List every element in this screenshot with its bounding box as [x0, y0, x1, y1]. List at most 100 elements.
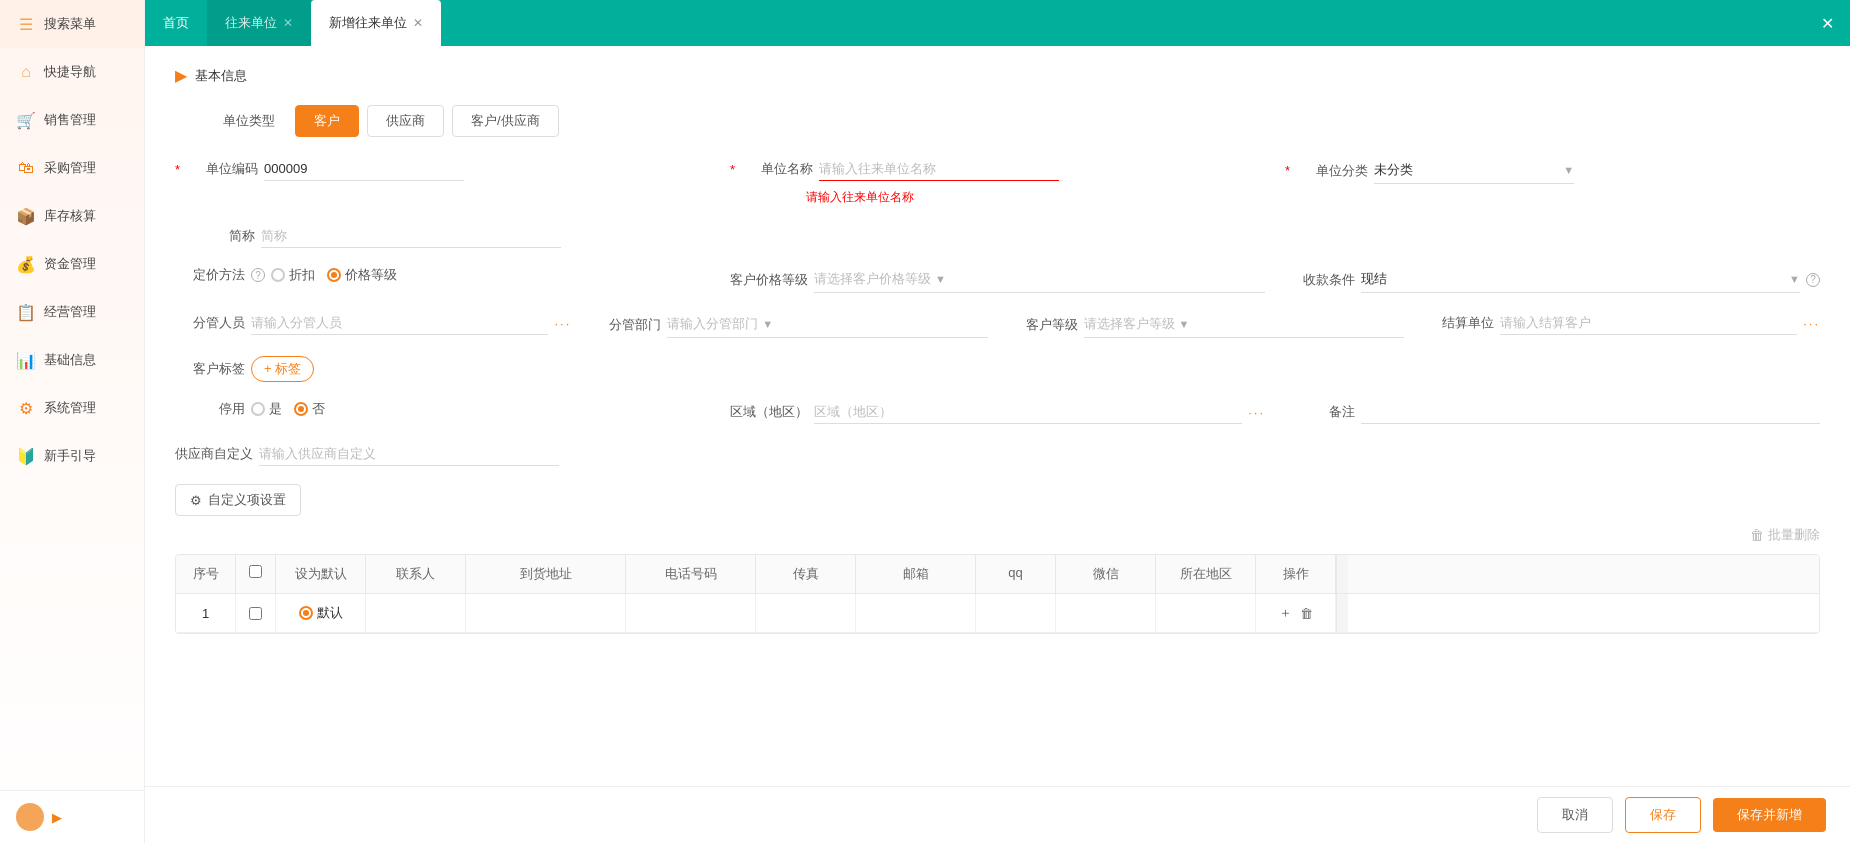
radio-no[interactable] [294, 402, 308, 416]
col-header-region: 所在地区 [1156, 555, 1256, 593]
region-input-1[interactable] [1164, 606, 1247, 621]
region-input[interactable] [814, 400, 1242, 424]
add-tag-button[interactable]: + 标签 [251, 356, 314, 382]
field-notes: 备注 [1285, 400, 1820, 424]
pricing-help-icon[interactable]: ? [251, 268, 265, 282]
save-button[interactable]: 保存 [1625, 797, 1701, 833]
tab-new-partner[interactable]: 新增往来单位 ✕ [311, 0, 441, 46]
disabled-yes[interactable]: 是 [251, 400, 282, 418]
delete-row-icon[interactable]: 🗑 [1300, 606, 1313, 621]
settlement-more-button[interactable]: ··· [1803, 316, 1820, 331]
sidebar-item-shortcut[interactable]: ⌂ 快捷导航 [0, 48, 144, 96]
col-header-ops: 操作 [1256, 555, 1336, 593]
manager-label: 分管人员 [175, 314, 245, 332]
row-customer-tag: 客户标签 + 标签 [175, 356, 1820, 382]
unit-name-input[interactable] [819, 157, 1059, 181]
pricing-option-discount[interactable]: 折扣 [271, 266, 315, 284]
close-all-button[interactable]: ✕ [1805, 14, 1850, 33]
email-input-1[interactable] [864, 606, 967, 621]
radio-price-level[interactable] [327, 268, 341, 282]
cancel-button[interactable]: 取消 [1537, 797, 1613, 833]
notes-input[interactable] [1361, 400, 1820, 424]
unit-btn-supplier[interactable]: 供应商 [367, 105, 444, 137]
unit-code-input[interactable] [264, 157, 464, 181]
unit-type-buttons: 客户 供应商 客户/供应商 [295, 105, 559, 137]
phone-input-1[interactable] [634, 606, 747, 621]
payment-help-icon[interactable]: ? [1806, 273, 1820, 287]
customer-price-level-placeholder: 请选择客户价格等级 [814, 270, 931, 288]
fax-input-1[interactable] [764, 606, 847, 621]
arrow-icon: ▶ [52, 810, 62, 825]
sidebar-label-shortcut: 快捷导航 [44, 63, 96, 81]
batch-delete-label[interactable]: 批量删除 [1768, 526, 1820, 544]
avatar [16, 803, 44, 831]
sidebar-item-operation[interactable]: 📋 经营管理 [0, 288, 144, 336]
cell-qq-1 [976, 594, 1056, 632]
system-icon: ⚙ [16, 398, 36, 418]
customer-price-level-select[interactable]: 请选择客户价格等级 ▼ [814, 266, 1265, 293]
unit-code-label: 单位编码 [188, 160, 258, 178]
row-checkbox-1[interactable] [249, 607, 262, 620]
select-all-checkbox[interactable] [249, 565, 262, 578]
settlement-unit-input[interactable] [1500, 311, 1797, 335]
radio-discount[interactable] [271, 268, 285, 282]
chevron-down-icon-3: ▼ [1789, 273, 1800, 285]
sidebar-item-system[interactable]: ⚙ 系统管理 [0, 384, 144, 432]
customize-settings-button[interactable]: ⚙ 自定义项设置 [175, 484, 301, 516]
contact-input-1[interactable] [374, 606, 457, 621]
address-input-1[interactable] [474, 606, 617, 621]
tab-new-partner-close[interactable]: ✕ [413, 16, 423, 30]
supplier-custom-input[interactable] [259, 442, 559, 466]
sidebar-item-basic[interactable]: 📊 基础信息 [0, 336, 144, 384]
region-more-button[interactable]: ··· [1248, 405, 1265, 420]
radio-yes[interactable] [251, 402, 265, 416]
save-new-button[interactable]: 保存并新增 [1713, 798, 1826, 832]
add-row-icon[interactable]: ＋ [1279, 604, 1292, 622]
scroll-track [1336, 555, 1348, 593]
row-manager: 分管人员 ··· 分管部门 请输入分管部门 ▼ 客户等级 请选择客户等级 ▼ [175, 311, 1820, 338]
tab-partners[interactable]: 往来单位 ✕ [207, 0, 311, 46]
unit-type-row: 单位类型 客户 供应商 客户/供应商 [205, 105, 1820, 137]
department-select[interactable]: 请输入分管部门 ▼ [667, 311, 987, 338]
customer-level-label: 客户等级 [1008, 316, 1078, 334]
unit-btn-customer[interactable]: 客户 [295, 105, 359, 137]
manager-more-button[interactable]: ··· [554, 316, 571, 331]
table-row: 1 默认 [176, 594, 1819, 633]
pricing-option-price-level[interactable]: 价格等级 [327, 266, 397, 284]
tab-home[interactable]: 首页 [145, 0, 207, 46]
main-area: 首页 往来单位 ✕ 新增往来单位 ✕ ✕ ▶ 基本信息 单位类型 客户 供应商 … [145, 0, 1850, 843]
sidebar-item-guide[interactable]: 🔰 新手引导 [0, 432, 144, 480]
section-icon: ▶ [175, 66, 187, 85]
unit-btn-both[interactable]: 客户/供应商 [452, 105, 559, 137]
sidebar-item-purchase[interactable]: 🛍 采购管理 [0, 144, 144, 192]
wechat-input-1[interactable] [1064, 606, 1147, 621]
sales-icon: 🛒 [16, 110, 36, 130]
customer-level-select[interactable]: 请选择客户等级 ▼ [1084, 311, 1404, 338]
chevron-down-icon-5: ▼ [1179, 318, 1190, 330]
row-radio-1[interactable] [299, 606, 313, 620]
cell-wechat-1 [1056, 594, 1156, 632]
customer-price-level-label: 客户价格等级 [730, 271, 808, 289]
chevron-down-icon: ▼ [1563, 164, 1574, 176]
qq-input-1[interactable] [984, 606, 1047, 621]
tab-partners-close[interactable]: ✕ [283, 16, 293, 30]
payment-terms-select[interactable]: 现结 ▼ [1361, 266, 1800, 293]
short-name-input[interactable] [261, 224, 561, 248]
table-header: 序号 设为默认 联系人 到货地址 电话号码 传真 邮箱 qq 微信 所在地区 操… [176, 555, 1819, 594]
sidebar-item-sales[interactable]: 🛒 销售管理 [0, 96, 144, 144]
sidebar-item-search[interactable]: ☰ 搜索菜单 [0, 0, 144, 48]
field-pricing-method: 定价方法 ? 折扣 价格等级 [175, 266, 710, 284]
section-title: 基本信息 [195, 67, 247, 85]
cell-address-1 [466, 594, 626, 632]
home-icon: ⌂ [16, 62, 36, 82]
manager-input[interactable] [251, 311, 548, 335]
unit-category-select[interactable]: 未分类 ▼ [1374, 157, 1574, 184]
sidebar-item-inventory[interactable]: 📦 库存核算 [0, 192, 144, 240]
section-header: ▶ 基本信息 [175, 66, 1820, 85]
sidebar-item-finance[interactable]: 💰 资金管理 [0, 240, 144, 288]
notes-label: 备注 [1285, 403, 1355, 421]
disabled-no[interactable]: 否 [294, 400, 325, 418]
field-short-name: 简称 [175, 224, 1820, 248]
row-pricing: 定价方法 ? 折扣 价格等级 客户价格等级 请选择客户价格等级 [175, 266, 1820, 293]
col-header-qq: qq [976, 555, 1056, 593]
